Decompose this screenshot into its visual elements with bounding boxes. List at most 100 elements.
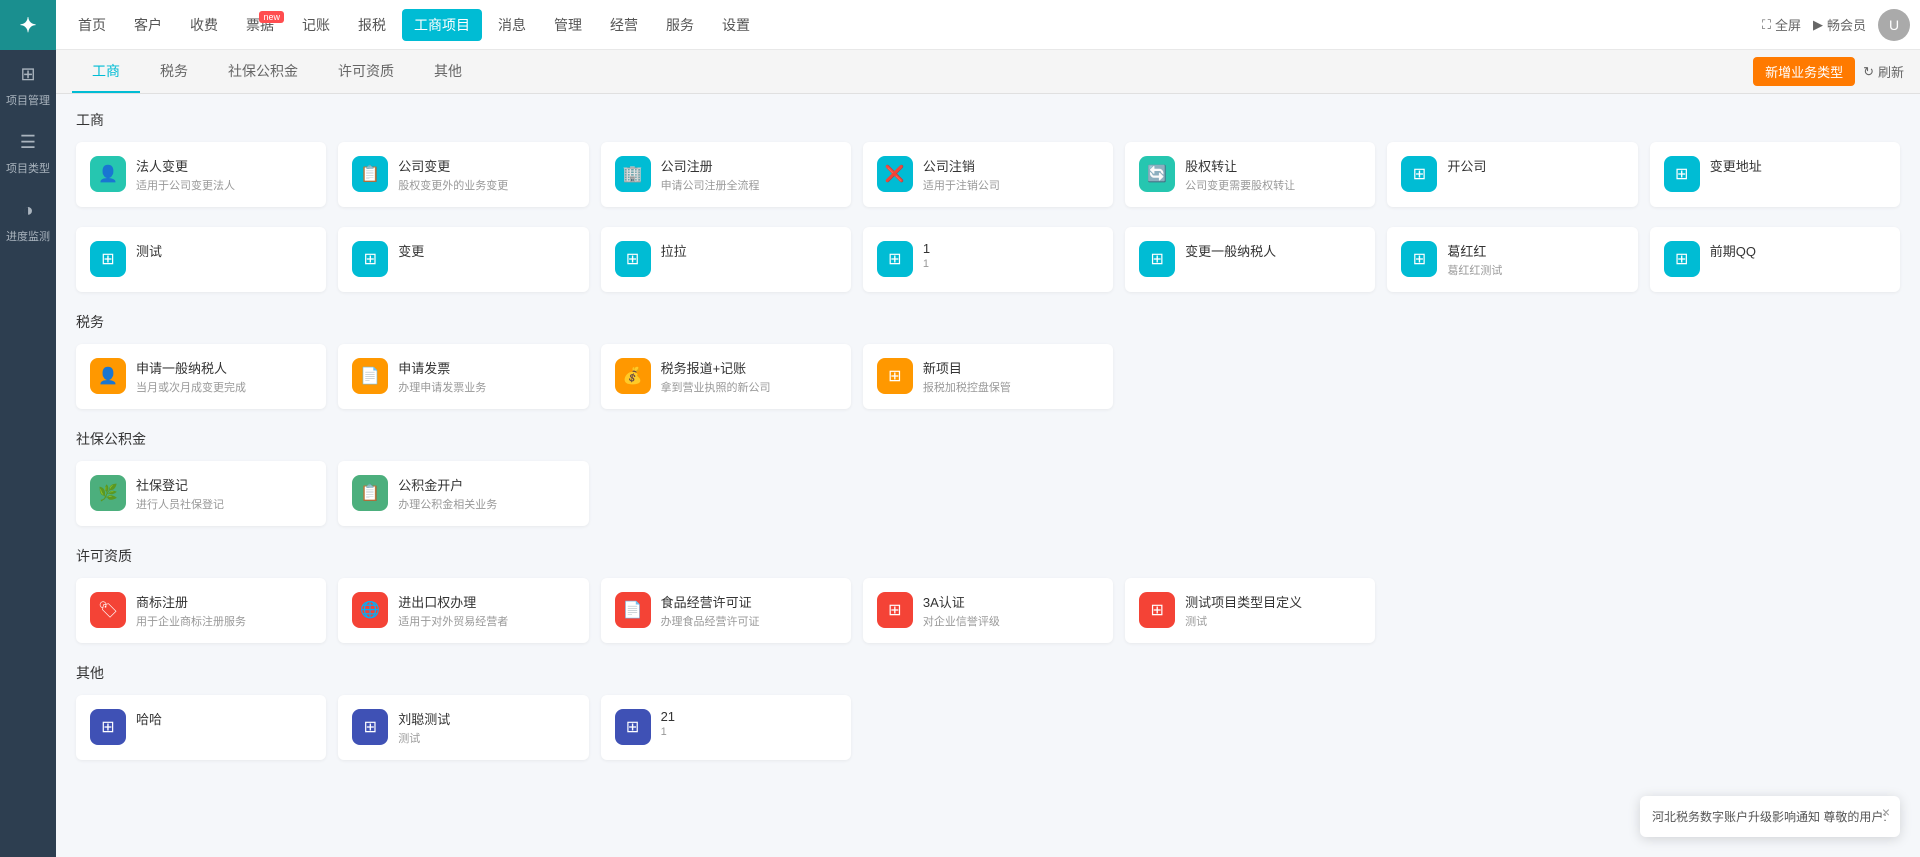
card-gs3[interactable]: 🏢 公司注册 申请公司注册全流程	[601, 142, 851, 207]
card-xk2[interactable]: 🌐 进出口权办理 适用于对外贸易经营者	[338, 578, 588, 643]
notification-close-button[interactable]: ×	[1882, 804, 1890, 820]
card-xk1[interactable]: 🏷 商标注册 用于企业商标注册服务	[76, 578, 326, 643]
topnav-item-service[interactable]: 服务	[654, 9, 706, 41]
card-title-ot1: 哈哈	[136, 709, 312, 728]
card-subtitle-xk4: 对企业信誉评级	[923, 613, 1099, 629]
tab-gongshang[interactable]: 工商	[72, 51, 140, 93]
card-gs4[interactable]: ❌ 公司注销 适用于注销公司	[863, 142, 1113, 207]
card-xk5[interactable]: ⊞ 测试项目类型目定义 测试	[1125, 578, 1375, 643]
shuiwu-cards: 👤 申请一般纳税人 当月或次月成变更完成 📄 申请发票 办理申请发票业务	[76, 344, 1900, 409]
card-xk3[interactable]: 📄 食品经营许可证 办理食品经营许可证	[601, 578, 851, 643]
card-title-gs9: 变更	[398, 241, 574, 260]
sidebar: ✦ ⊞ 项目管理 ☰ 项目类型 ◑ 进度监测	[0, 0, 56, 857]
topnav-item-accounting[interactable]: 记账	[290, 9, 342, 41]
tab-shebao[interactable]: 社保公积金	[208, 51, 318, 93]
card-subtitle-sb1: 进行人员社保登记	[136, 496, 312, 512]
card-gs8[interactable]: ⊞ 测试	[76, 227, 326, 292]
card-icon-sb2: 📋	[352, 475, 388, 511]
refresh-icon: ↻	[1863, 64, 1874, 80]
card-subtitle-sb2: 办理公积金相关业务	[398, 496, 574, 512]
invoice-badge: new	[259, 11, 284, 23]
card-icon-ot1: ⊞	[90, 709, 126, 745]
card-gs14[interactable]: ⊞ 前期QQ	[1650, 227, 1900, 292]
card-sb1[interactable]: 🌿 社保登记 进行人员社保登记	[76, 461, 326, 526]
card-icon-gs2: 📋	[352, 156, 388, 192]
card-subtitle-gs13: 葛红红测试	[1447, 262, 1623, 278]
card-title-xk2: 进出口权办理	[398, 592, 574, 611]
card-title-gs6: 开公司	[1447, 156, 1623, 175]
card-sb2[interactable]: 📋 公积金开户 办理公积金相关业务	[338, 461, 588, 526]
topnav-item-management[interactable]: 管理	[542, 9, 594, 41]
avatar[interactable]: U	[1878, 9, 1910, 41]
topnav-item-industrial[interactable]: 工商项目	[402, 9, 482, 41]
card-icon-gs13: ⊞	[1401, 241, 1437, 277]
card-title-sw4: 新项目	[923, 358, 1099, 377]
card-icon-gs7: ⊞	[1664, 156, 1700, 192]
card-icon-gs9: ⊞	[352, 241, 388, 277]
card-icon-gs6: ⊞	[1401, 156, 1437, 192]
card-title-sb1: 社保登记	[136, 475, 312, 494]
card-gs7[interactable]: ⊞ 变更地址	[1650, 142, 1900, 207]
card-icon-xk2: 🌐	[352, 592, 388, 628]
topnav-item-operation[interactable]: 经营	[598, 9, 650, 41]
topnav-item-customer[interactable]: 客户	[122, 9, 174, 41]
card-title-ot3: 21	[661, 709, 837, 724]
card-sw4[interactable]: ⊞ 新项目 报税加税控盘保管	[863, 344, 1113, 409]
topnav-right: ⛶ 全屏 ▶ 畅会员 U	[1762, 9, 1910, 41]
card-gs10[interactable]: ⊞ 拉拉	[601, 227, 851, 292]
tabs-left: 工商 税务 社保公积金 许可资质 其他	[72, 51, 482, 93]
card-subtitle-sw1: 当月或次月成变更完成	[136, 379, 312, 395]
notification-panel: × 河北税务数字账户升级影响通知 尊敬的用户:	[1640, 796, 1900, 837]
topnav-item-billing[interactable]: 收费	[178, 9, 230, 41]
card-sw3[interactable]: 💰 税务报道+记账 拿到营业执照的新公司	[601, 344, 851, 409]
card-gs1[interactable]: 👤 法人变更 适用于公司变更法人	[76, 142, 326, 207]
card-icon-sw3: 💰	[615, 358, 651, 394]
card-ot2[interactable]: ⊞ 刘聪测试 测试	[338, 695, 588, 760]
card-subtitle-gs11: 1	[923, 258, 1099, 270]
sidebar-item-project-type[interactable]: ☰ 项目类型	[0, 118, 56, 186]
topnav-item-invoice[interactable]: 票据 new	[234, 9, 286, 41]
card-gs6[interactable]: ⊞ 开公司	[1387, 142, 1637, 207]
card-gs11[interactable]: ⊞ 1 1	[863, 227, 1113, 292]
topnav-item-message[interactable]: 消息	[486, 9, 538, 41]
refresh-button[interactable]: ↻ 刷新	[1863, 57, 1904, 86]
card-title-gs11: 1	[923, 241, 1099, 256]
card-subtitle-xk1: 用于企业商标注册服务	[136, 613, 312, 629]
card-gs12[interactable]: ⊞ 变更一般纳税人	[1125, 227, 1375, 292]
card-gs5[interactable]: 🔄 股权转让 公司变更需要股权转让	[1125, 142, 1375, 207]
topnav: 首页 客户 收费 票据 new 记账 报税 工商项目 消息 管理 经营 服务 设…	[56, 0, 1920, 50]
section-title-shebao: 社保公积金	[76, 429, 1900, 449]
card-gs9[interactable]: ⊞ 变更	[338, 227, 588, 292]
vip-button[interactable]: ▶ 畅会员	[1813, 15, 1866, 34]
card-sw1[interactable]: 👤 申请一般纳税人 当月或次月成变更完成	[76, 344, 326, 409]
card-icon-xk4: ⊞	[877, 592, 913, 628]
tab-other[interactable]: 其他	[414, 51, 482, 93]
topnav-item-settings[interactable]: 设置	[710, 9, 762, 41]
topnav-item-home[interactable]: 首页	[66, 9, 118, 41]
card-title-gs3: 公司注册	[661, 156, 837, 175]
section-title-xuke: 许可资质	[76, 546, 1900, 566]
card-title-gs10: 拉拉	[661, 241, 837, 260]
card-subtitle-sw2: 办理申请发票业务	[398, 379, 574, 395]
other-cards: ⊞ 哈哈 ⊞ 刘聪测试 测试 ⊞	[76, 695, 1900, 760]
section-title-shuiwu: 税务	[76, 312, 1900, 332]
card-sw2[interactable]: 📄 申请发票 办理申请发票业务	[338, 344, 588, 409]
card-subtitle-xk5: 测试	[1185, 613, 1361, 629]
add-type-button[interactable]: 新增业务类型	[1753, 57, 1855, 86]
topnav-item-tax[interactable]: 报税	[346, 9, 398, 41]
card-ot3[interactable]: ⊞ 21 1	[601, 695, 851, 760]
card-title-gs7: 变更地址	[1710, 156, 1886, 175]
card-subtitle-gs4: 适用于注销公司	[923, 177, 1099, 193]
fullscreen-button[interactable]: ⛶ 全屏	[1762, 15, 1801, 34]
card-icon-ot3: ⊞	[615, 709, 651, 745]
card-gs13[interactable]: ⊞ 葛红红 葛红红测试	[1387, 227, 1637, 292]
sidebar-item-progress-monitor[interactable]: ◑ 进度监测	[0, 186, 56, 254]
card-icon-gs5: 🔄	[1139, 156, 1175, 192]
tab-xuke[interactable]: 许可资质	[318, 51, 414, 93]
sidebar-item-project-manage[interactable]: ⊞ 项目管理	[0, 50, 56, 118]
card-title-xk5: 测试项目类型目定义	[1185, 592, 1361, 611]
tab-shuiwu[interactable]: 税务	[140, 51, 208, 93]
card-gs2[interactable]: 📋 公司变更 股权变更外的业务变更	[338, 142, 588, 207]
card-ot1[interactable]: ⊞ 哈哈	[76, 695, 326, 760]
card-xk4[interactable]: ⊞ 3A认证 对企业信誉评级	[863, 578, 1113, 643]
